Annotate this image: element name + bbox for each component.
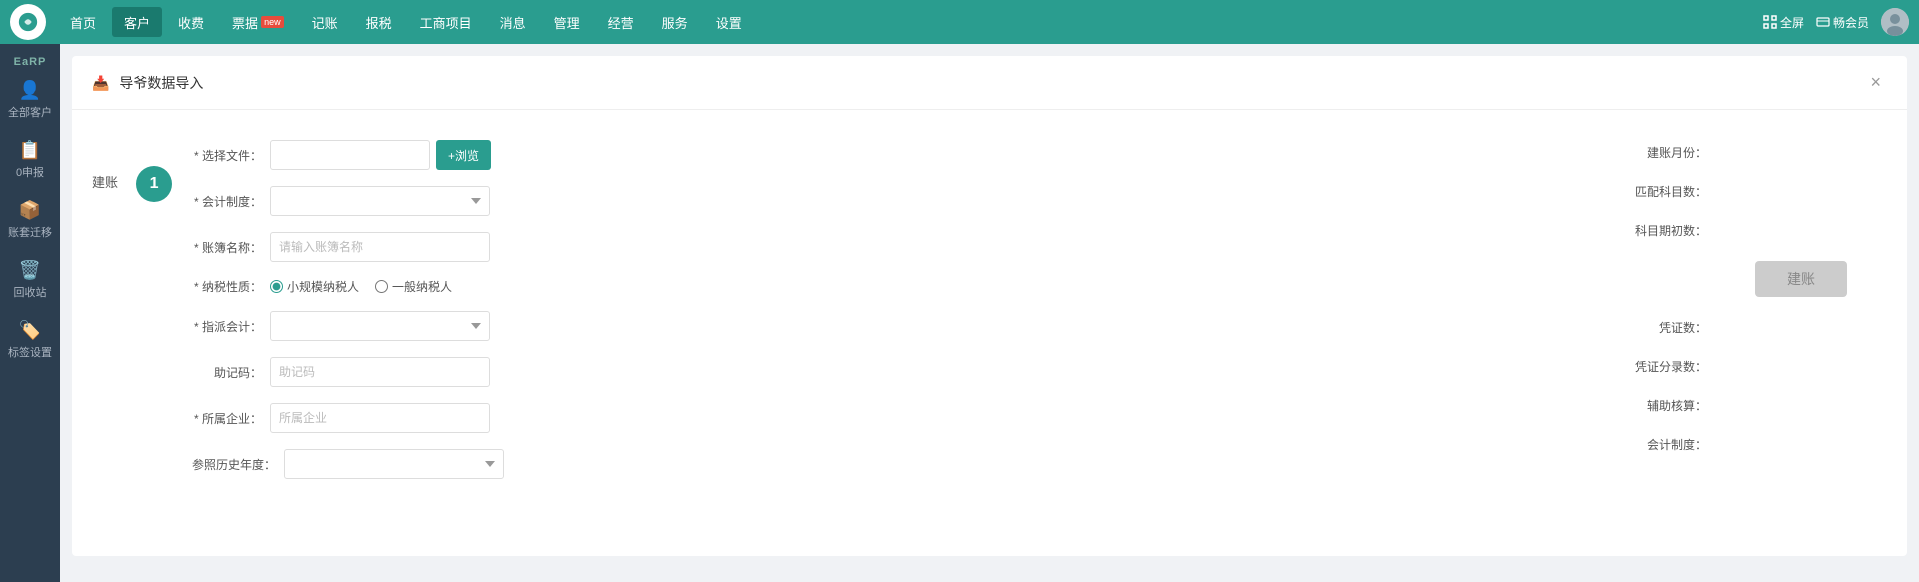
main-layout: EaRP 👤 全部客户 📋 0申报 📦 账套迁移 🗑️ 回收站 🏷️ 标签设置 [0, 44, 1919, 582]
all-clients-icon: 👤 [19, 80, 41, 101]
step-label: 建账 [92, 172, 118, 191]
dialog-panel: 📥 导爷数据导入 × 建账 1 * 选择文件： [72, 56, 1907, 556]
tax-type-row: * 纳税性质： 小规模纳税人 一般纳税人 [192, 278, 512, 295]
vip-button[interactable]: 畅会员 [1816, 14, 1869, 31]
nav-item-services[interactable]: 服务 [650, 7, 700, 37]
sidebar: EaRP 👤 全部客户 📋 0申报 📦 账套迁移 🗑️ 回收站 🏷️ 标签设置 [0, 44, 60, 582]
nav-item-tickets[interactable]: 票据 new [220, 7, 296, 37]
top-nav: 首页 客户 收费 票据 new 记账 报税 工商项目 消息 管理 经营 [0, 0, 1919, 44]
voucher-count-row: 凭证数： [1627, 319, 1887, 336]
assign-accountant-label: * 指派会计： [192, 318, 262, 335]
nav-item-business[interactable]: 工商项目 [408, 7, 484, 37]
sidebar-item-declaration[interactable]: 📋 0申报 [0, 132, 60, 188]
ref-year-select[interactable] [284, 449, 504, 479]
memo-row: 助记码： [192, 357, 512, 387]
import-icon: 📥 [92, 75, 109, 91]
nav-item-customers[interactable]: 客户 [112, 7, 162, 37]
close-button[interactable]: × [1864, 70, 1887, 95]
file-input-group: +浏览 [270, 140, 491, 170]
accounting-month-label: 建账月份： [1627, 144, 1707, 161]
nav-item-settings[interactable]: 设置 [704, 7, 754, 37]
nav-items: 首页 客户 收费 票据 new 记账 报税 工商项目 消息 管理 经营 [58, 7, 1763, 37]
tax-type-label: * 纳税性质： [192, 278, 262, 295]
company-input[interactable] [270, 403, 490, 433]
ledger-name-label: * 账簿名称： [192, 239, 262, 256]
tags-icon: 🏷️ [19, 320, 41, 341]
ledger-name-row: * 账簿名称： [192, 232, 512, 262]
voucher-entries-label: 凭证分录数： [1627, 358, 1707, 375]
fullscreen-button[interactable]: 全屏 [1763, 14, 1804, 31]
nav-item-operations[interactable]: 经营 [596, 7, 646, 37]
dialog-title: 📥 导爷数据导入 [92, 73, 203, 93]
init-balance-row: 科目期初数： [1627, 222, 1887, 239]
accounting-system-label: * 会计制度： [192, 193, 262, 210]
assign-accountant-select[interactable] [270, 311, 490, 341]
earp-brand: EaRP [14, 56, 47, 68]
file-input[interactable] [270, 140, 430, 170]
tax-general-radio[interactable] [375, 280, 388, 293]
nav-right: 全屏 畅会员 [1763, 8, 1909, 36]
nav-item-home[interactable]: 首页 [58, 7, 108, 37]
app-logo[interactable] [10, 4, 46, 40]
info-accounting-system-row: 会计制度： [1627, 436, 1887, 453]
auxiliary-row: 辅助核算： [1627, 397, 1887, 414]
tax-small-scale-radio[interactable] [270, 280, 283, 293]
sidebar-item-ledger-migration[interactable]: 📦 账套迁移 [0, 192, 60, 248]
match-subjects-row: 匹配科目数： [1627, 183, 1887, 200]
memo-input[interactable] [270, 357, 490, 387]
voucher-count-label: 凭证数： [1627, 319, 1707, 336]
file-row: * 选择文件： +浏览 [192, 140, 512, 170]
info-panel: 建账月份： 匹配科目数： 科目期初数： 建账 [1587, 140, 1887, 479]
nav-item-management[interactable]: 管理 [542, 7, 592, 37]
new-badge: new [261, 16, 284, 28]
main-content: 📥 导爷数据导入 × 建账 1 * 选择文件： [60, 44, 1919, 582]
step-badge: 1 [136, 166, 172, 202]
sidebar-item-recycle[interactable]: 🗑️ 回收站 [0, 252, 60, 308]
build-account-button[interactable]: 建账 [1755, 261, 1847, 297]
nav-item-messages[interactable]: 消息 [488, 7, 538, 37]
accounting-system-row: * 会计制度： [192, 186, 512, 216]
assign-accountant-row: * 指派会计： [192, 311, 512, 341]
ledger-name-input[interactable] [270, 232, 490, 262]
nav-item-fees[interactable]: 收费 [166, 7, 216, 37]
form-left: 建账 1 * 选择文件： +浏览 [92, 140, 1587, 479]
sidebar-item-all-clients[interactable]: 👤 全部客户 [0, 72, 60, 128]
voucher-entries-row: 凭证分录数： [1627, 358, 1887, 375]
auxiliary-label: 辅助核算： [1627, 397, 1707, 414]
tax-small-scale[interactable]: 小规模纳税人 [270, 278, 359, 295]
accounting-month-row: 建账月份： [1627, 144, 1887, 161]
form-fields: * 选择文件： +浏览 * 会计制度： [192, 140, 512, 479]
nav-item-bookkeeping[interactable]: 记账 [300, 7, 350, 37]
form-body: 建账 1 * 选择文件： +浏览 [72, 110, 1907, 499]
tax-type-radio-group: 小规模纳税人 一般纳税人 [270, 278, 452, 295]
match-subjects-label: 匹配科目数： [1627, 183, 1707, 200]
ref-year-label: 参照历史年度： [192, 456, 276, 473]
memo-label: 助记码： [192, 364, 262, 381]
user-avatar[interactable] [1881, 8, 1909, 36]
sidebar-item-tags[interactable]: 🏷️ 标签设置 [0, 312, 60, 368]
init-balance-label: 科目期初数： [1627, 222, 1707, 239]
browse-button[interactable]: +浏览 [436, 140, 491, 170]
ref-year-row: 参照历史年度： [192, 449, 512, 479]
accounting-system-select[interactable] [270, 186, 490, 216]
company-row: * 所属企业： [192, 403, 512, 433]
nav-item-tax[interactable]: 报税 [354, 7, 404, 37]
dialog-header: 📥 导爷数据导入 × [72, 56, 1907, 110]
tax-general[interactable]: 一般纳税人 [375, 278, 452, 295]
recycle-icon: 🗑️ [19, 260, 41, 281]
declaration-icon: 📋 [19, 140, 41, 161]
info-accounting-system-label: 会计制度： [1627, 436, 1707, 453]
ledger-migration-icon: 📦 [19, 200, 41, 221]
file-label: * 选择文件： [192, 147, 262, 164]
company-label: * 所属企业： [192, 410, 262, 427]
